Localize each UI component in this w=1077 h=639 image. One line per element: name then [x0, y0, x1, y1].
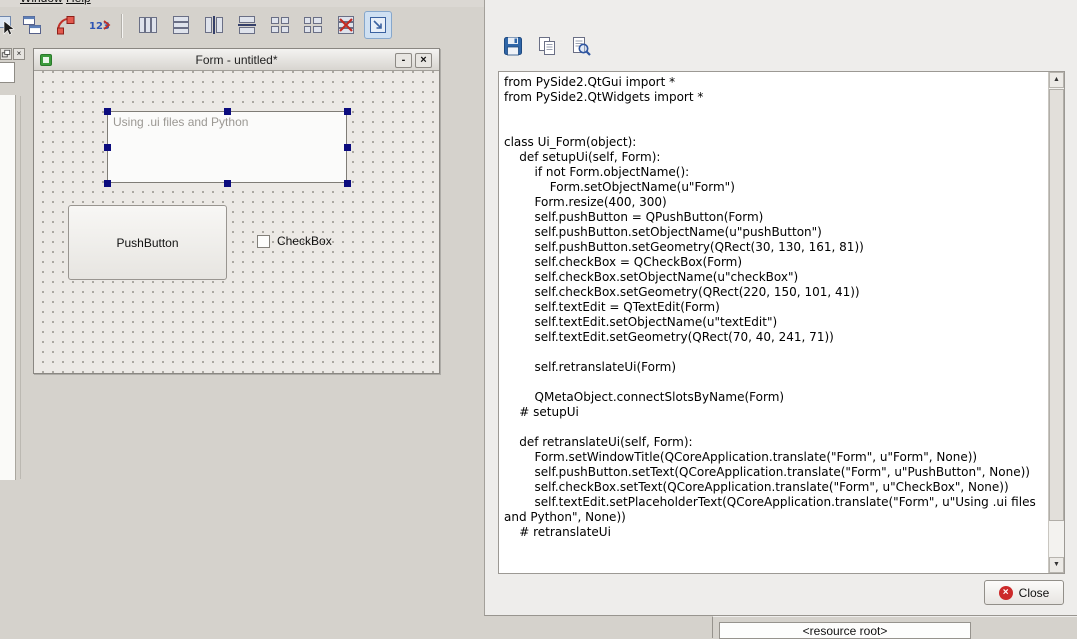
selection-handle[interactable] [104, 144, 111, 151]
dock-close-button[interactable]: × [13, 48, 25, 60]
layout-horizontal-icon [137, 14, 159, 36]
qt-designer-screen: Window Help 123 [0, 0, 1077, 638]
layout-horizontal-button[interactable] [134, 11, 162, 39]
close-circle-icon: × [999, 586, 1013, 600]
float-icon [1, 49, 11, 59]
layout-horizontal-splitter-button[interactable] [200, 11, 228, 39]
panel-splitter-groove[interactable] [20, 96, 21, 479]
layout-horizontal-splitter-icon [203, 14, 225, 36]
scroll-down-button[interactable]: ▼ [1049, 557, 1064, 573]
edit-buddies-button[interactable] [52, 11, 80, 39]
find-icon [570, 35, 592, 57]
widget-box-panel-edge [0, 95, 16, 480]
layout-form-button[interactable] [299, 11, 327, 39]
edit-widgets-button[interactable] [0, 11, 20, 39]
copy-icon [536, 35, 558, 57]
selection-handle[interactable] [224, 108, 231, 115]
pushbutton-widget[interactable]: PushButton [68, 205, 227, 280]
checkbox-label: CheckBox [277, 234, 332, 248]
textedit-placeholder: Using .ui files and Python [108, 112, 346, 132]
close-button-label: Close [1019, 586, 1050, 600]
selection-handle[interactable] [344, 144, 351, 151]
break-layout-icon [335, 14, 357, 36]
form-title: Form - untitled* [34, 53, 439, 67]
selection-handle[interactable] [104, 180, 111, 187]
close-button[interactable]: × Close [984, 580, 1064, 605]
break-layout-button[interactable] [332, 11, 360, 39]
resource-panel: <resource root> [712, 616, 1077, 638]
resource-root-item[interactable]: <resource root> [719, 622, 971, 639]
vertical-scrollbar[interactable]: ▲ ▼ [1048, 72, 1064, 573]
code-editor[interactable]: from PySide2.QtGui import * from PySide2… [498, 71, 1065, 574]
form-titlebar[interactable]: Form - untitled* - × [34, 49, 439, 71]
selection-handle[interactable] [344, 108, 351, 115]
form-window: Form - untitled* - × Using .ui files and… [33, 48, 440, 374]
layout-grid-icon [269, 14, 291, 36]
layout-vertical-splitter-icon [236, 14, 258, 36]
menubar: Window Help [0, 0, 484, 7]
selection-handle[interactable] [104, 108, 111, 115]
checkbox-indicator[interactable] [257, 235, 270, 248]
code-preview-toolbar [499, 32, 595, 62]
adjust-size-button[interactable] [364, 11, 392, 39]
form-minimize-button[interactable]: - [395, 53, 412, 68]
layout-vertical-button[interactable] [167, 11, 195, 39]
save-icon [502, 35, 524, 57]
form-close-button[interactable]: × [415, 53, 432, 68]
save-button[interactable] [499, 32, 527, 60]
edit-widgets-icon [0, 14, 17, 36]
textedit-widget[interactable]: Using .ui files and Python [107, 111, 347, 183]
edit-tab-order-button[interactable]: 123 [86, 11, 114, 39]
scrollbar-thumb[interactable] [1049, 89, 1064, 521]
layout-grid-button[interactable] [266, 11, 294, 39]
layout-form-icon [302, 14, 324, 36]
main-toolbar: 123 [0, 7, 484, 45]
scroll-up-button[interactable]: ▲ [1049, 72, 1064, 88]
form-canvas[interactable]: Using .ui files and Python PushButton Ch… [34, 71, 439, 373]
edit-signals-slots-button[interactable] [18, 11, 46, 39]
edit-tab-order-icon: 123 [88, 14, 112, 36]
layout-vertical-splitter-button[interactable] [233, 11, 261, 39]
edit-buddies-icon [55, 14, 77, 36]
code-text[interactable]: from PySide2.QtGui import * from PySide2… [499, 72, 1048, 573]
find-button[interactable] [567, 32, 595, 60]
copy-button[interactable] [533, 32, 561, 60]
edit-signals-slots-icon [21, 14, 43, 36]
dock-float-button[interactable] [0, 48, 12, 60]
menu-help[interactable]: Help [66, 0, 91, 5]
layout-vertical-icon [170, 14, 192, 36]
menu-window[interactable]: Window [20, 0, 63, 5]
adjust-size-icon [367, 14, 389, 36]
checkbox-widget[interactable]: CheckBox [257, 234, 332, 248]
toolbar-separator [121, 14, 123, 38]
code-preview-panel: from PySide2.QtGui import * from PySide2… [484, 0, 1077, 616]
widget-filter-box[interactable] [0, 62, 15, 83]
selection-handle[interactable] [344, 180, 351, 187]
selection-handle[interactable] [224, 180, 231, 187]
